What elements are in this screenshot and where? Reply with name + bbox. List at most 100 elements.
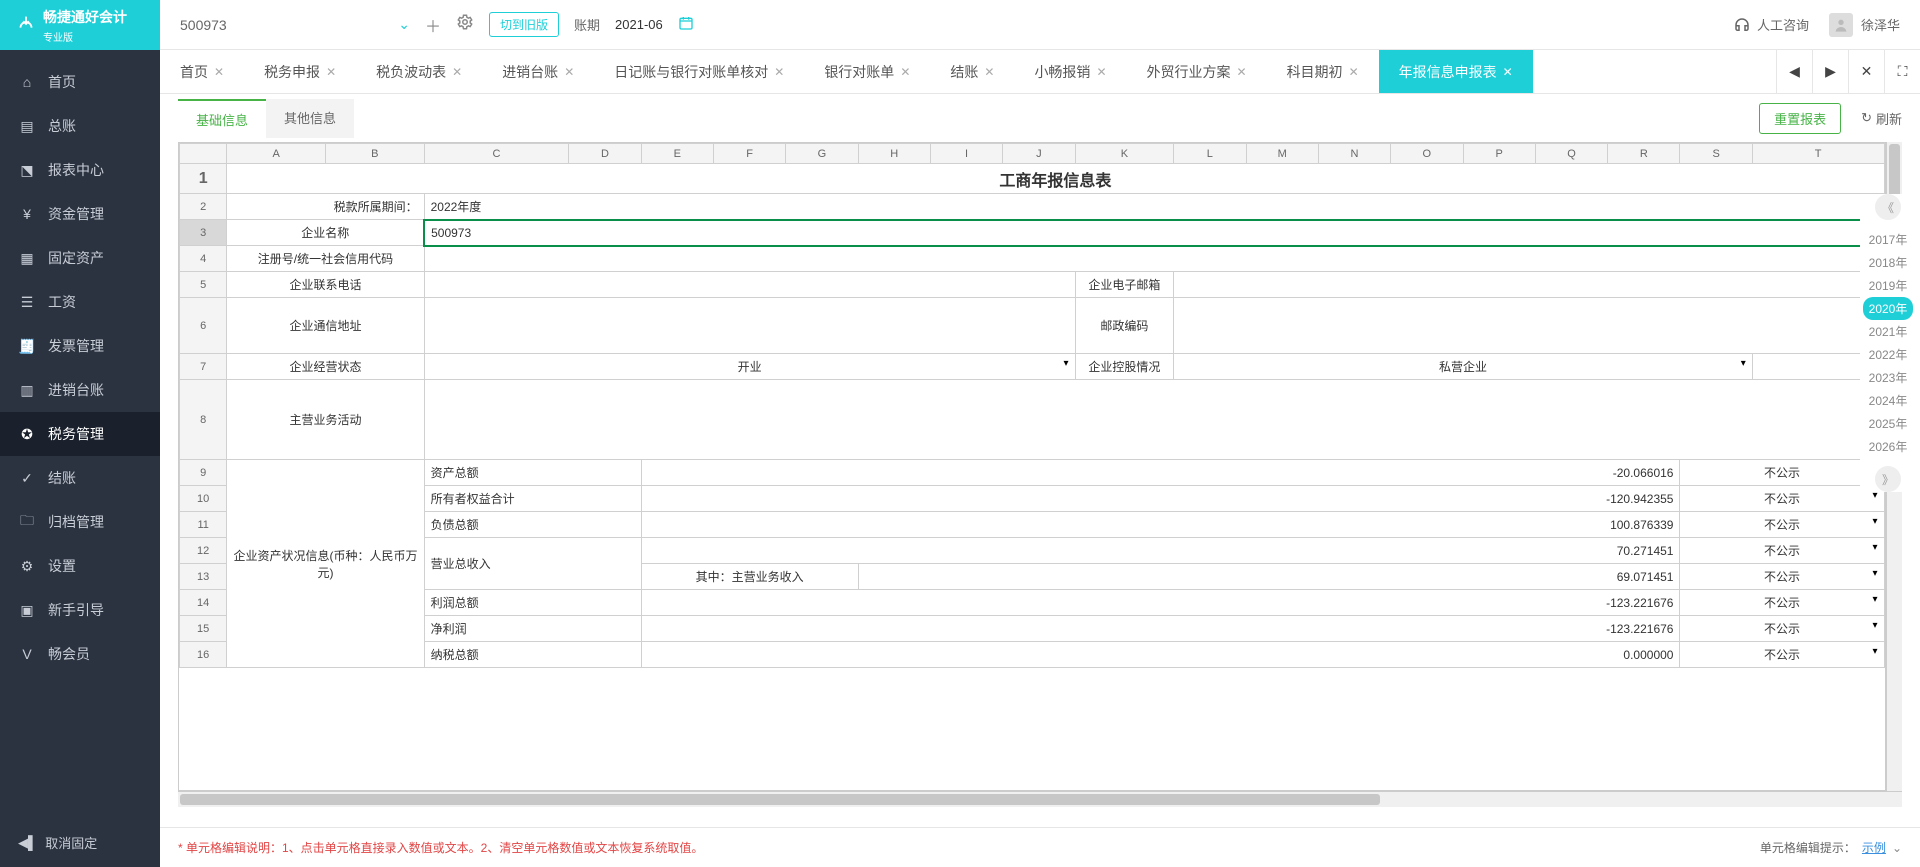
cell-value[interactable] — [424, 272, 1075, 298]
sidebar-item-vip[interactable]: V畅会员 — [0, 632, 160, 676]
close-tab-icon[interactable]: ✕ — [326, 65, 336, 79]
column-header[interactable]: O — [1391, 144, 1463, 164]
row-header[interactable]: 1 — [180, 164, 227, 194]
tab-scroll-left[interactable]: ◀ — [1776, 50, 1812, 94]
sidebar-item-report[interactable]: ⬔报表中心 — [0, 148, 160, 192]
cell-value[interactable] — [1174, 298, 1884, 354]
company-selector[interactable]: 500973 ⌄ — [180, 16, 410, 33]
row-header[interactable]: 6 — [180, 298, 227, 354]
year-option[interactable]: 2021年 — [1863, 320, 1914, 343]
sidebar-item-guide[interactable]: ▣新手引导 — [0, 588, 160, 632]
column-header[interactable]: D — [569, 144, 641, 164]
sidebar-item-invoice[interactable]: 🧾发票管理 — [0, 324, 160, 368]
year-option[interactable]: 2024年 — [1863, 389, 1914, 412]
fin-value[interactable]: 70.271451 — [641, 538, 1680, 564]
chevron-down-icon[interactable]: ⌄ — [1892, 841, 1902, 855]
row-header[interactable]: 14 — [180, 590, 227, 616]
close-tab-icon[interactable]: ✕ — [984, 65, 994, 79]
column-header[interactable]: T — [1752, 144, 1884, 164]
tab-scroll-right[interactable]: ▶ — [1812, 50, 1848, 94]
calendar-icon[interactable] — [678, 15, 694, 34]
tab-首页[interactable]: 首页✕ — [160, 50, 244, 93]
close-tab-icon[interactable]: ✕ — [774, 65, 784, 79]
tab-日记账与银行对账单核对[interactable]: 日记账与银行对账单核对✕ — [594, 50, 804, 93]
column-header[interactable]: M — [1246, 144, 1318, 164]
fin-value[interactable]: 0.000000 — [641, 642, 1680, 668]
row-header[interactable]: 8 — [180, 380, 227, 460]
publicity-select[interactable]: 不公示 — [1680, 538, 1884, 564]
column-header[interactable]: H — [858, 144, 930, 164]
cell-value[interactable] — [424, 298, 1075, 354]
close-tab-icon[interactable]: ✕ — [1237, 65, 1247, 79]
year-option[interactable]: 2026年 — [1863, 435, 1914, 458]
row-header[interactable]: 12 — [180, 538, 227, 564]
close-tab-icon[interactable]: ✕ — [564, 65, 574, 79]
row-header[interactable]: 3 — [180, 220, 227, 246]
tab-税负波动表[interactable]: 税负波动表✕ — [356, 50, 482, 93]
reset-report-button[interactable]: 重置报表 — [1759, 103, 1841, 134]
old-version-button[interactable]: 切到旧版 — [489, 12, 559, 37]
column-header[interactable]: I — [930, 144, 1002, 164]
column-header[interactable]: N — [1318, 144, 1390, 164]
column-header[interactable]: J — [1003, 144, 1075, 164]
row-header[interactable]: 16 — [180, 642, 227, 668]
sidebar-item-closing[interactable]: ✓结账 — [0, 456, 160, 500]
fin-value[interactable]: -20.066016 — [641, 460, 1680, 486]
column-header[interactable]: K — [1075, 144, 1174, 164]
row-header[interactable]: 2 — [180, 194, 227, 220]
close-tab-icon[interactable]: ✕ — [214, 65, 224, 79]
column-header[interactable]: A — [227, 144, 326, 164]
close-tab-icon[interactable]: ✕ — [1503, 65, 1513, 79]
subtab-基础信息[interactable]: 基础信息 — [178, 99, 266, 138]
tab-年报信息申报表[interactable]: 年报信息申报表✕ — [1379, 50, 1533, 93]
row-header[interactable]: 13 — [180, 564, 227, 590]
sidebar-item-settings[interactable]: ⚙设置 — [0, 544, 160, 588]
close-tab-icon[interactable]: ✕ — [1096, 65, 1106, 79]
subtab-其他信息[interactable]: 其他信息 — [266, 99, 354, 138]
fin-value[interactable]: 69.071451 — [858, 564, 1680, 590]
sidebar-item-ledger[interactable]: ▤总账 — [0, 104, 160, 148]
year-option[interactable]: 2020年 — [1863, 297, 1914, 320]
column-header[interactable]: L — [1174, 144, 1246, 164]
unpin-button[interactable]: ◀▌ 取消固定 — [0, 818, 160, 867]
publicity-select[interactable]: 不公示 — [1680, 564, 1884, 590]
column-header[interactable]: R — [1608, 144, 1680, 164]
cell-value[interactable] — [424, 246, 1884, 272]
sidebar-item-inventory[interactable]: ▥进销台账 — [0, 368, 160, 412]
tab-银行对账单[interactable]: 银行对账单✕ — [804, 50, 930, 93]
tab-税务申报[interactable]: 税务申报✕ — [244, 50, 356, 93]
tab-科目期初[interactable]: 科目期初✕ — [1267, 50, 1379, 93]
tab-小畅报销[interactable]: 小畅报销✕ — [1014, 50, 1126, 93]
fin-value[interactable]: -120.942355 — [641, 486, 1680, 512]
publicity-select[interactable]: 不公示 — [1680, 486, 1884, 512]
year-option[interactable]: 2025年 — [1863, 412, 1914, 435]
column-header[interactable]: E — [641, 144, 713, 164]
publicity-select[interactable]: 不公示 — [1680, 616, 1884, 642]
row-header[interactable]: 5 — [180, 272, 227, 298]
publicity-select[interactable]: 不公示 — [1680, 512, 1884, 538]
cell-value[interactable] — [1174, 272, 1884, 298]
horizontal-scrollbar[interactable] — [178, 791, 1902, 807]
publicity-select[interactable]: 不公示 — [1680, 642, 1884, 668]
column-header[interactable]: P — [1463, 144, 1535, 164]
row-header[interactable]: 4 — [180, 246, 227, 272]
publicity-select[interactable]: 不公示 — [1680, 460, 1884, 486]
year-prev-button[interactable]: 《 — [1875, 194, 1901, 220]
tab-进销台账[interactable]: 进销台账✕ — [482, 50, 594, 93]
sidebar-item-archive[interactable]: 🗀归档管理 — [0, 500, 160, 544]
corner-cell[interactable] — [180, 144, 227, 164]
year-option[interactable]: 2017年 — [1863, 228, 1914, 251]
sidebar-item-asset[interactable]: ▦固定资产 — [0, 236, 160, 280]
sidebar-item-tax[interactable]: ✪税务管理 — [0, 412, 160, 456]
row-header[interactable]: 9 — [180, 460, 227, 486]
year-option[interactable]: 2019年 — [1863, 274, 1914, 297]
example-link[interactable]: 示例 — [1862, 839, 1886, 856]
business-status-select[interactable]: 开业 — [424, 354, 1075, 380]
column-header[interactable]: C — [424, 144, 569, 164]
holding-type-select[interactable]: 私营企业 — [1174, 354, 1753, 380]
close-tab-icon[interactable]: ✕ — [452, 65, 462, 79]
year-option[interactable]: 2023年 — [1863, 366, 1914, 389]
column-header[interactable]: B — [325, 144, 424, 164]
sidebar-item-home[interactable]: ⌂首页 — [0, 60, 160, 104]
row-header[interactable]: 15 — [180, 616, 227, 642]
